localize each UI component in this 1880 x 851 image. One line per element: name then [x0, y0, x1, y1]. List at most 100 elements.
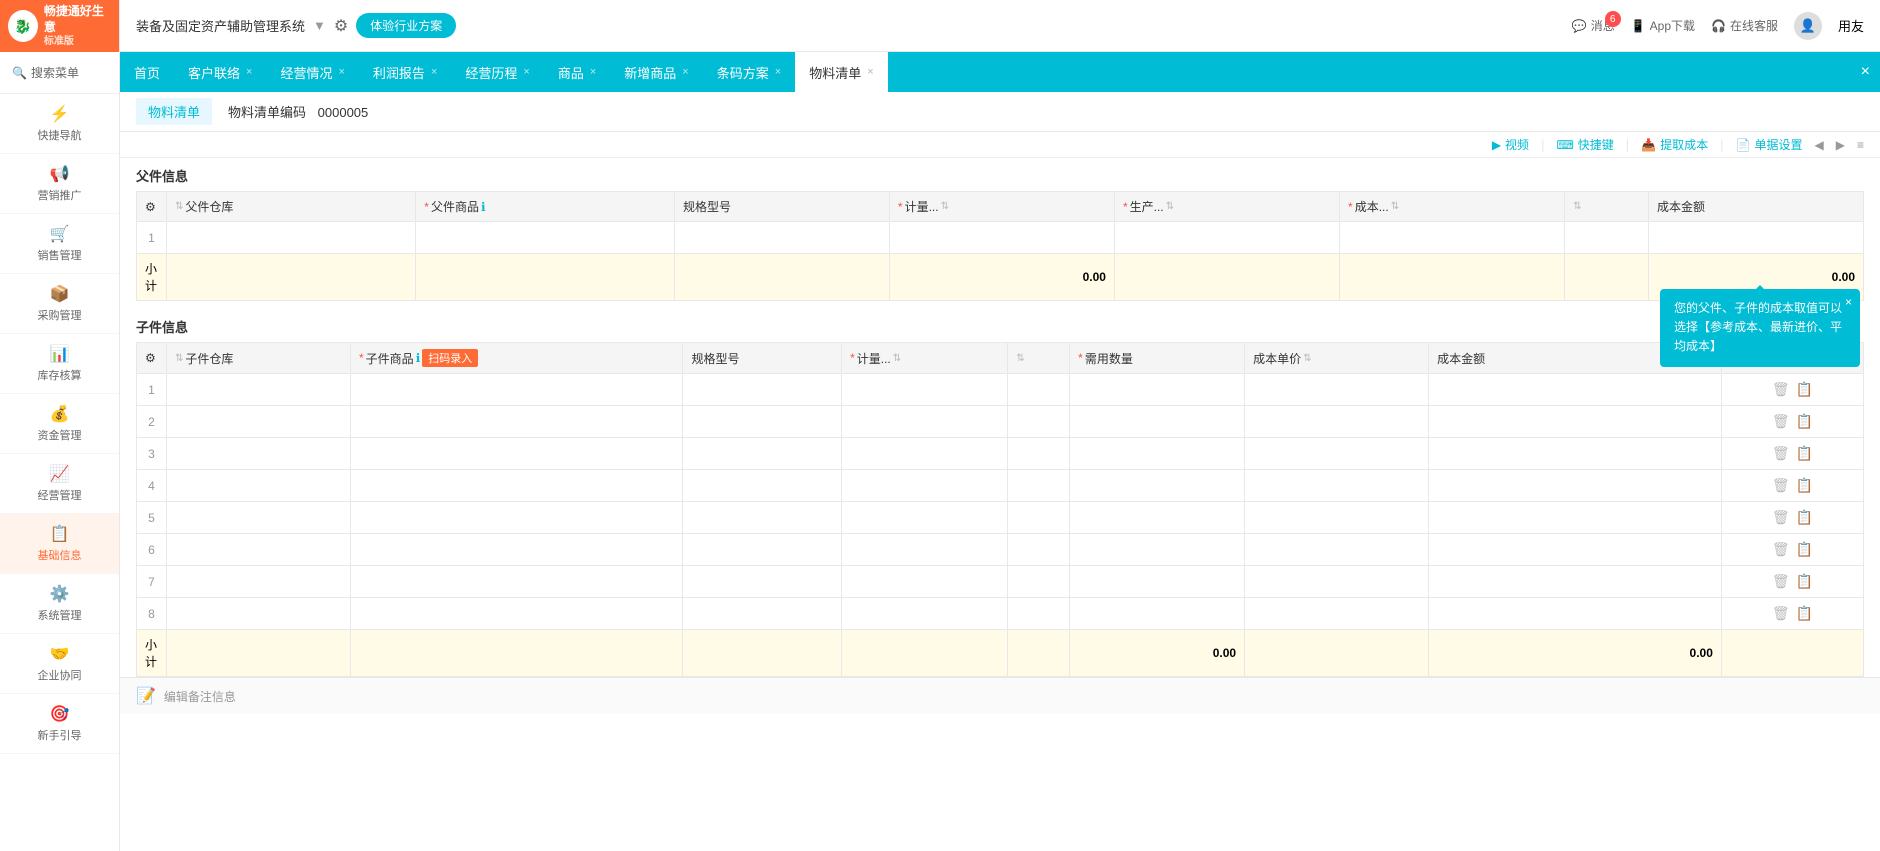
parent-product-cell[interactable]	[416, 222, 675, 254]
sidebar-item-operations[interactable]: 📈 经营管理	[0, 454, 119, 514]
child-action-cell: 🗑 📋	[1721, 374, 1863, 406]
sidebar-item-cooperation[interactable]: 🤝 企业协同	[0, 634, 119, 694]
delete-row-button[interactable]: 🗑	[1772, 477, 1790, 494]
sidebar-item-inventory[interactable]: 📊 库存核算	[0, 334, 119, 394]
table-row: 3 🗑📋	[137, 438, 1864, 470]
col-settings-icon[interactable]: ⚙	[145, 351, 156, 365]
sidebar-item-system[interactable]: ⚙️ 系统管理	[0, 574, 119, 634]
extract-cost-button[interactable]: 📥 提取成本	[1641, 136, 1708, 153]
tab-profit[interactable]: 利润报告 ×	[359, 52, 451, 92]
tab-close-icon[interactable]: ×	[590, 66, 596, 78]
tab-close-icon[interactable]: ×	[523, 66, 529, 78]
tab-operations[interactable]: 经营情况 ×	[266, 52, 358, 92]
nav-prev-button[interactable]: ◀	[1815, 138, 1824, 152]
sidebar-item-finance[interactable]: 💰 资金管理	[0, 394, 119, 454]
tab-new-product[interactable]: 新增商品 ×	[610, 52, 702, 92]
child-product-cell[interactable]	[351, 374, 683, 406]
copy-row-button[interactable]: 📋	[1796, 573, 1813, 590]
close-all-tabs-button[interactable]: ×	[1851, 63, 1880, 81]
online-service-button[interactable]: 🎧 在线客服	[1711, 17, 1778, 34]
main-area: 装备及固定资产辅助管理系统 ▼ ⚙ 体验行业方案 💬 消息 6 📱 App下载 …	[120, 0, 1880, 851]
table-row: 1	[137, 222, 1864, 254]
view-video-button[interactable]: ▶ 视频	[1492, 136, 1529, 153]
nav-next-button[interactable]: ▶	[1836, 138, 1845, 152]
user-avatar[interactable]: 👤	[1794, 12, 1822, 40]
child-qty-needed-cell[interactable]	[1070, 374, 1245, 406]
tab-close-icon[interactable]: ×	[867, 66, 873, 78]
parent-qty-cell[interactable]	[889, 222, 1114, 254]
child-qty-cell[interactable]	[842, 374, 1008, 406]
tab-home[interactable]: 首页	[120, 52, 174, 92]
delete-row-button[interactable]: 🗑	[1772, 541, 1790, 558]
tab-barcode[interactable]: 条码方案 ×	[703, 52, 795, 92]
parent-production-cell[interactable]	[1114, 222, 1339, 254]
copy-row-button[interactable]: 📋	[1796, 509, 1813, 526]
copy-row-button[interactable]: 📋	[1796, 605, 1813, 622]
single-settings-button[interactable]: 📄 单据设置	[1736, 136, 1803, 153]
col-settings-icon[interactable]: ⚙	[145, 200, 156, 214]
sub-tab-bom-code: 物料清单编码 0000005	[216, 98, 380, 125]
child-unit-cost-cell[interactable]	[1245, 374, 1429, 406]
child-sort-cell[interactable]	[1008, 374, 1070, 406]
parent-warehouse-cell[interactable]	[167, 222, 416, 254]
sidebar-search-area: 🔍 搜索菜单	[0, 52, 119, 94]
sort-icon: ⇅	[1573, 201, 1640, 212]
tab-product[interactable]: 商品 ×	[544, 52, 610, 92]
copy-row-button[interactable]: 📋	[1796, 445, 1813, 462]
sidebar-item-guide[interactable]: 🎯 新手引导	[0, 694, 119, 754]
delete-row-button[interactable]: 🗑	[1772, 509, 1790, 526]
parent-spec-cell[interactable]	[674, 222, 889, 254]
trial-button[interactable]: 体验行业方案	[356, 13, 456, 38]
row-number: 4	[137, 470, 167, 502]
child-section-title: 子件信息	[136, 317, 1864, 336]
shortcuts-button[interactable]: ⌨ 快捷键	[1556, 136, 1613, 153]
delete-row-button[interactable]: 🗑	[1772, 381, 1790, 398]
tab-close-icon[interactable]: ×	[338, 66, 344, 78]
messages-button[interactable]: 💬 消息 6	[1572, 17, 1615, 34]
delete-row-button[interactable]: 🗑	[1772, 605, 1790, 622]
tab-close-icon[interactable]: ×	[775, 66, 781, 78]
copy-row-button[interactable]: 📋	[1796, 413, 1813, 430]
sidebar-item-purchase[interactable]: 📦 采购管理	[0, 274, 119, 334]
child-cost-amount-cell[interactable]	[1429, 374, 1722, 406]
sidebar-nav: ⚡ 快捷导航 📢 营销推广 🛒 销售管理 📦 采购管理 📊 库存核算 💰 资金管…	[0, 94, 119, 851]
sidebar-item-quicknav[interactable]: ⚡ 快捷导航	[0, 94, 119, 154]
settings-button[interactable]: ⚙	[334, 16, 348, 36]
child-warehouse-cell[interactable]	[167, 374, 351, 406]
bottom-bar: 📝 编辑备注信息	[120, 677, 1880, 714]
subtotal-empty5	[1340, 254, 1565, 301]
sub-tab-bom-list[interactable]: 物料清单	[136, 98, 212, 125]
copy-row-button[interactable]: 📋	[1796, 477, 1813, 494]
tab-history[interactable]: 经营历程 ×	[451, 52, 543, 92]
row-number: 8	[137, 598, 167, 630]
col-parent-qty: * 计量... ⇅	[889, 192, 1114, 222]
search-icon: 🔍	[12, 66, 27, 80]
parent-sort-cell[interactable]	[1565, 222, 1649, 254]
tooltip-close-button[interactable]: ×	[1845, 293, 1852, 312]
view-mode-button[interactable]: ≡	[1857, 138, 1864, 152]
tab-close-icon[interactable]: ×	[431, 66, 437, 78]
search-menu-button[interactable]: 🔍 搜索菜单	[8, 60, 111, 85]
sidebar-item-marketing[interactable]: 📢 营销推广	[0, 154, 119, 214]
tab-close-icon[interactable]: ×	[246, 66, 252, 78]
note-icon: 📝	[136, 686, 156, 706]
bottom-bar-text[interactable]: 编辑备注信息	[164, 688, 236, 705]
parent-cost-amount-cell[interactable]	[1649, 222, 1864, 254]
tab-close-icon[interactable]: ×	[682, 66, 688, 78]
child-spec-cell[interactable]	[683, 374, 842, 406]
sidebar-item-basic[interactable]: 📋 基础信息	[0, 514, 119, 574]
tab-customer[interactable]: 客户联络 ×	[174, 52, 266, 92]
sidebar-item-sales[interactable]: 🛒 销售管理	[0, 214, 119, 274]
delete-row-button[interactable]: 🗑	[1772, 445, 1790, 462]
delete-row-button[interactable]: 🗑	[1772, 573, 1790, 590]
app-download-button[interactable]: 📱 App下载	[1631, 17, 1695, 34]
scan-input-button[interactable]: 扫码录入	[422, 349, 478, 367]
copy-row-button[interactable]: 📋	[1796, 541, 1813, 558]
quicknav-icon: ⚡	[50, 104, 70, 124]
tab-bom[interactable]: 物料清单 ×	[795, 52, 887, 92]
copy-row-button[interactable]: 📋	[1796, 381, 1813, 398]
sidebar-header: 🐉 畅捷通好生意 标准版	[0, 0, 119, 52]
divider: |	[1541, 137, 1544, 152]
delete-row-button[interactable]: 🗑	[1772, 413, 1790, 430]
parent-cost-cell[interactable]	[1340, 222, 1565, 254]
